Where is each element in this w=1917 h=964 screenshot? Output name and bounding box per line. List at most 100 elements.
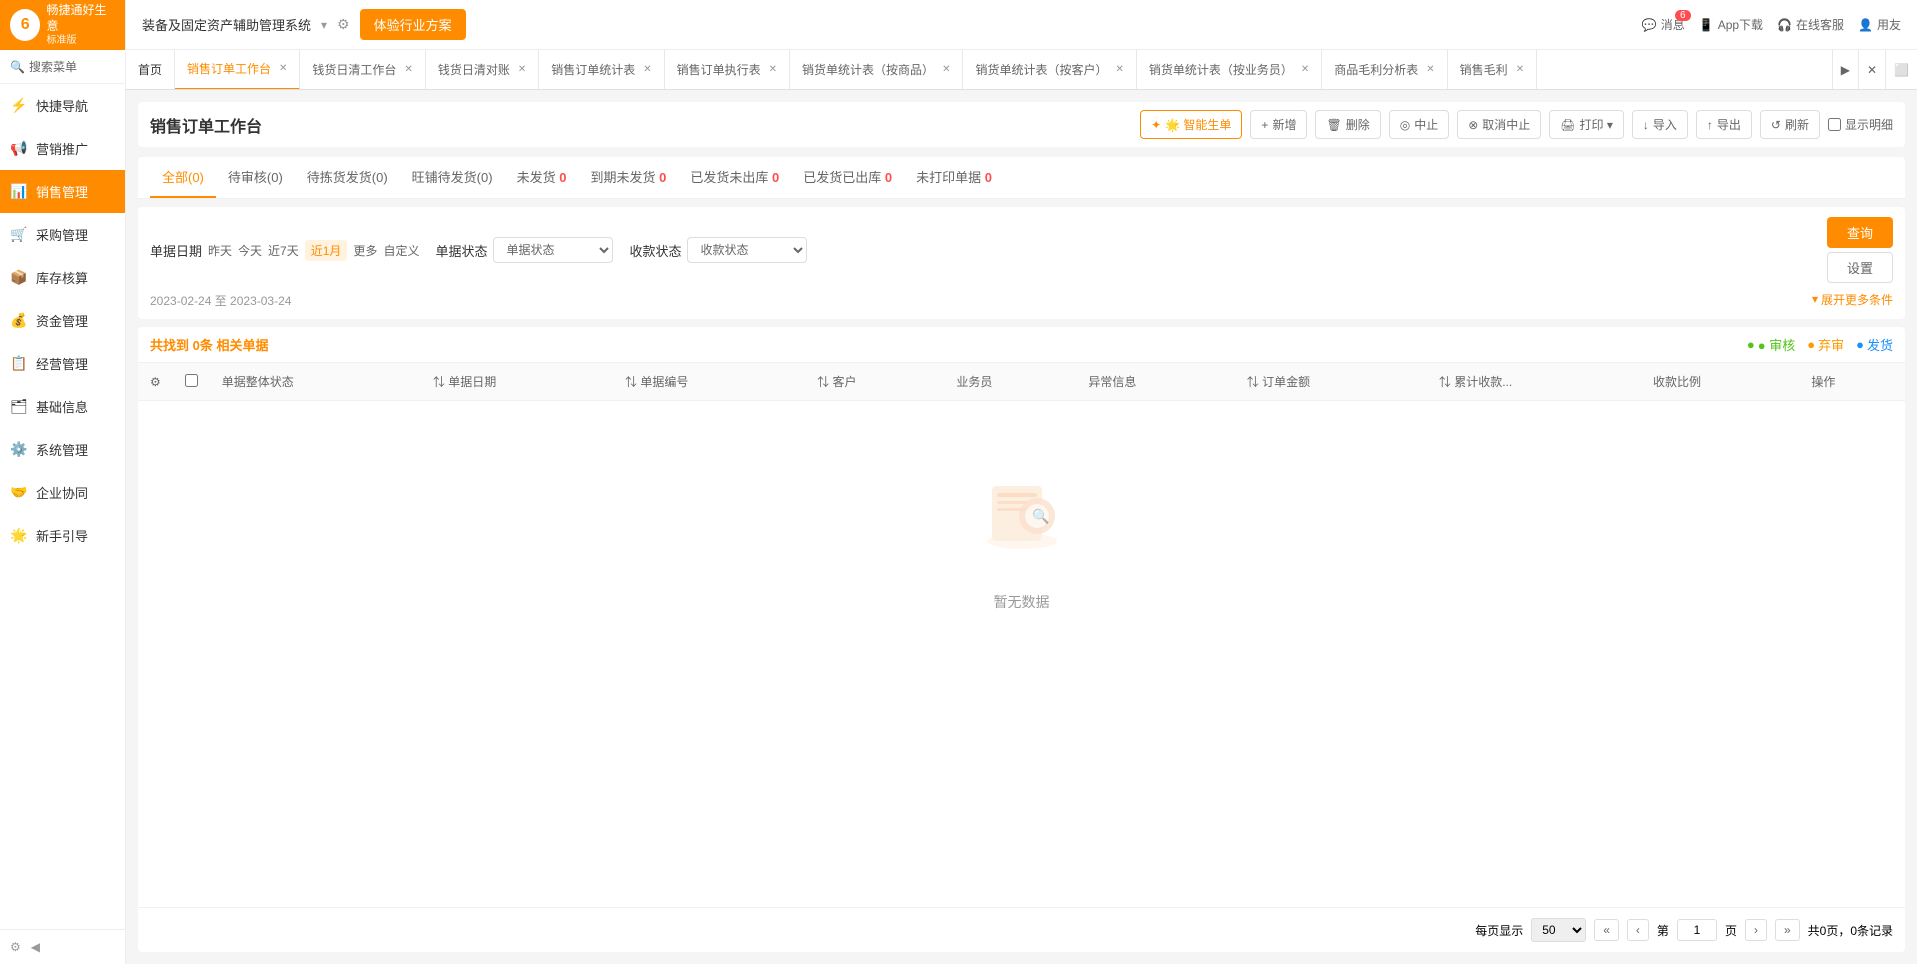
tab-scroll-right-button[interactable]: ▶ [1832, 50, 1858, 90]
delete-button[interactable]: 🗑 删除 [1315, 110, 1380, 139]
tab-sales-exec[interactable]: 销售订单执行表 ✕ [665, 50, 790, 90]
next-page-button[interactable]: › [1745, 919, 1767, 941]
add-button[interactable]: + 新增 [1250, 110, 1307, 139]
sidebar-item-basic[interactable]: 🗂 基础信息 [0, 385, 125, 428]
tab-close-all-button[interactable]: ✕ [1858, 50, 1885, 90]
col-date[interactable]: ⇅ 单据日期 [421, 363, 613, 401]
industry-solution-button[interactable]: 体验行业方案 [360, 9, 466, 40]
show-detail-checkbox-label[interactable]: 显示明细 [1828, 116, 1893, 133]
sub-tab-not-printed[interactable]: 未打印单据 0 [904, 157, 1004, 198]
col-checkbox[interactable] [173, 363, 210, 401]
messages-button[interactable]: 💬 消息 6 [1642, 16, 1685, 33]
prev-page-button[interactable]: ‹ [1627, 919, 1649, 941]
tab-profit-analysis[interactable]: 商品毛利分析表 ✕ [1322, 50, 1447, 90]
tab-money-daily-close[interactable]: ✕ [404, 64, 412, 75]
tab-sales-exec-close[interactable]: ✕ [769, 64, 777, 75]
sidebar-item-system[interactable]: ⚙️ 系统管理 [0, 428, 125, 471]
sidebar-item-sales[interactable]: 📊 销售管理 [0, 170, 125, 213]
sub-tab-shipped-out[interactable]: 已发货已出库 0 [791, 157, 904, 198]
tab-sales-revenue[interactable]: 销售毛利 ✕ [1448, 50, 1537, 90]
app-download-button[interactable]: 📱 App下载 [1699, 16, 1763, 33]
date-option-1month[interactable]: 近1月 [305, 240, 348, 261]
sidebar-item-inventory[interactable]: 📦 库存核算 [0, 256, 125, 299]
tab-money-clear[interactable]: 钱货日清对账 ✕ [426, 50, 539, 90]
date-option-custom[interactable]: 自定义 [383, 242, 419, 259]
ai-smart-create-button[interactable]: ✦ 🌟 智能生单 [1140, 110, 1242, 139]
review-button[interactable]: ● ● 审核 [1747, 335, 1795, 354]
sidebar-item-search[interactable]: 🔍 搜索菜单 [0, 50, 125, 84]
page-content: 销售订单工作台 ✦ 🌟 智能生单 + 新增 🗑 删除 ◎ 中止 [126, 90, 1917, 964]
sub-tab-wangpu[interactable]: 旺铺待发货(0) [400, 157, 505, 198]
last-page-button[interactable]: » [1775, 919, 1800, 941]
tab-profit-analysis-close[interactable]: ✕ [1426, 64, 1434, 75]
settings-button[interactable]: 设置 [1827, 252, 1893, 283]
sub-tab-all[interactable]: 全部(0) [150, 157, 216, 198]
unreview-button[interactable]: ● 弃审 [1807, 335, 1844, 354]
per-page-select[interactable]: 10 20 50 100 [1531, 918, 1586, 942]
show-detail-checkbox[interactable] [1828, 118, 1841, 131]
sidebar-item-purchase[interactable]: 🛒 采购管理 [0, 213, 125, 256]
page-number-input[interactable] [1677, 919, 1717, 941]
payment-filter-select[interactable]: 收款状态 [687, 237, 807, 263]
refresh-button[interactable]: ↺ 刷新 [1760, 110, 1820, 139]
tab-sales-by-product[interactable]: 销货单统计表（按商品） ✕ [790, 50, 963, 90]
sidebar-item-marketing[interactable]: 📢 营销推广 [0, 127, 125, 170]
settings-icon[interactable]: ⚙ [10, 940, 21, 954]
tab-sales-stat[interactable]: 销售订单统计表 ✕ [539, 50, 664, 90]
tab-sales-by-customer-close[interactable]: ✕ [1115, 64, 1123, 75]
select-all-checkbox[interactable] [185, 374, 198, 387]
tab-home[interactable]: 首页 [126, 50, 175, 90]
tab-money-daily[interactable]: 钱货日清工作台 ✕ [300, 50, 425, 90]
sub-tab-overdue-not-shipped[interactable]: 到期未发货 0 [578, 157, 678, 198]
tab-sales-workbench[interactable]: 销售订单工作台 ✕ [175, 50, 300, 90]
col-received[interactable]: ⇅ 累计收款... [1427, 363, 1641, 401]
settings-gear-icon[interactable]: ⚙ [337, 16, 350, 33]
ship-button[interactable]: ● 发货 [1856, 335, 1893, 354]
guide-icon: 🌟 [10, 527, 28, 544]
tab-sales-by-product-close[interactable]: ✕ [942, 64, 950, 75]
not-printed-count: 0 [985, 170, 992, 185]
tab-sales-stat-close[interactable]: ✕ [643, 64, 651, 75]
print-button[interactable]: 🖨 打印 ▾ [1549, 110, 1624, 139]
sub-tab-shipped-not-out[interactable]: 已发货未出库 0 [678, 157, 791, 198]
first-page-button[interactable]: « [1594, 919, 1619, 941]
sidebar-item-finance[interactable]: 💰 资金管理 [0, 299, 125, 342]
date-option-yesterday[interactable]: 昨天 [208, 242, 232, 259]
sub-tab-not-shipped[interactable]: 未发货 0 [505, 157, 579, 198]
cancel-stop-button[interactable]: ⊗ 取消中止 [1457, 110, 1541, 139]
tab-maximize-button[interactable]: ⬜ [1885, 50, 1917, 90]
stop-button[interactable]: ◎ 中止 [1389, 110, 1450, 139]
system-title-dropdown-icon[interactable]: ▾ [321, 18, 327, 32]
import-button[interactable]: ↓ 导入 [1632, 110, 1688, 139]
expand-conditions-button[interactable]: ▾ 展开更多条件 [1812, 291, 1893, 308]
sub-tab-pending-delivery[interactable]: 待拣货发货(0) [295, 157, 400, 198]
tab-sales-by-staff[interactable]: 销货单统计表（按业务员） ✕ [1137, 50, 1322, 90]
col-number[interactable]: ⇅ 单据编号 [613, 363, 805, 401]
sidebar-item-enterprise[interactable]: 🤝 企业协同 [0, 471, 125, 514]
tab-sales-by-product-label: 销货单统计表（按商品） [802, 61, 934, 78]
date-option-today[interactable]: 今天 [238, 242, 262, 259]
col-customer[interactable]: ⇅ 客户 [805, 363, 944, 401]
tab-sales-by-customer[interactable]: 销货单统计表（按客户） ✕ [963, 50, 1136, 90]
sub-tab-pending-review[interactable]: 待审核(0) [216, 157, 295, 198]
table-scroll-container[interactable]: ⚙ 单据整体状态 ⇅ 单据日期 ⇅ 单据编号 [138, 363, 1905, 907]
tab-sales-revenue-close[interactable]: ✕ [1516, 64, 1524, 75]
sidebar-item-guide[interactable]: 🌟 新手引导 [0, 514, 125, 557]
sub-tabs: 全部(0) 待审核(0) 待拣货发货(0) 旺铺待发货(0) 未发货 0 到期未… [138, 157, 1905, 199]
sidebar-item-quick-nav[interactable]: ⚡ 快捷导航 [0, 84, 125, 127]
user-menu-button[interactable]: 👤 用友 [1858, 16, 1901, 33]
export-button[interactable]: ↑ 导出 [1696, 110, 1752, 139]
query-button[interactable]: 查询 [1827, 217, 1893, 248]
date-option-more[interactable]: 更多 [353, 242, 377, 259]
sidebar-item-operation[interactable]: 📋 经营管理 [0, 342, 125, 385]
date-option-7days[interactable]: 近7天 [268, 242, 299, 259]
tab-sales-workbench-close[interactable]: ✕ [279, 63, 287, 74]
col-settings[interactable]: ⚙ [138, 363, 173, 401]
tab-money-clear-close[interactable]: ✕ [518, 64, 526, 75]
status-filter-select[interactable]: 单据状态 [493, 237, 613, 263]
col-amount[interactable]: ⇅ 订单金额 [1235, 363, 1427, 401]
online-service-button[interactable]: 🎧 在线客服 [1777, 16, 1844, 33]
collapse-icon[interactable]: ◀ [31, 940, 40, 954]
tab-sales-by-staff-close[interactable]: ✕ [1301, 64, 1309, 75]
table-area: 共找到 0条 相关单据 ● ● 审核 ● 弃审 ● 发货 [138, 327, 1905, 952]
